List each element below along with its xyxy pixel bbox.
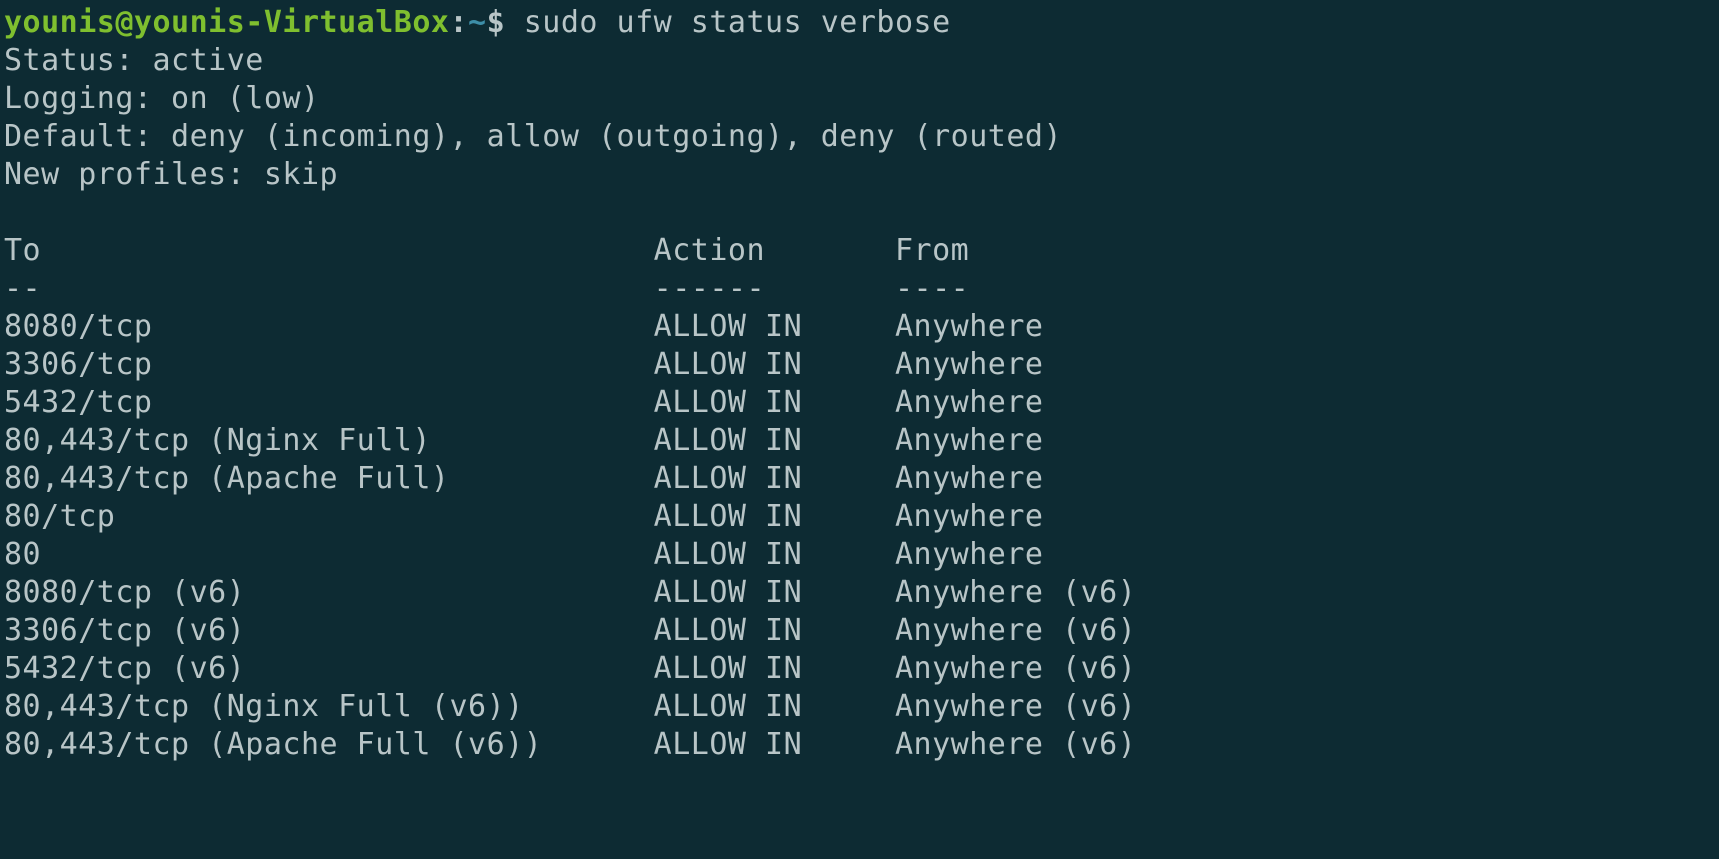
status-line: Default: deny (incoming), allow (outgoin… bbox=[4, 119, 1062, 154]
status-line: New profiles: skip bbox=[4, 157, 338, 192]
prompt-separator: : bbox=[449, 5, 468, 40]
prompt-line: younis@younis-VirtualBox:~$ sudo ufw sta… bbox=[4, 5, 951, 40]
status-line: Logging: on (low) bbox=[4, 81, 320, 116]
prompt-path: ~ bbox=[468, 5, 487, 40]
prompt-dollar: $ bbox=[487, 5, 524, 40]
rules-header-sep: -- ------ ---- bbox=[4, 271, 969, 306]
rules-body: 8080/tcp ALLOW IN Anywhere 3306/tcp ALLO… bbox=[4, 309, 1136, 762]
command-text: sudo ufw status verbose bbox=[524, 5, 951, 40]
prompt-user-host: younis@younis-VirtualBox bbox=[4, 5, 449, 40]
rules-header: To Action From bbox=[4, 233, 969, 268]
terminal-window[interactable]: younis@younis-VirtualBox:~$ sudo ufw sta… bbox=[0, 0, 1719, 768]
status-line: Status: active bbox=[4, 43, 264, 78]
